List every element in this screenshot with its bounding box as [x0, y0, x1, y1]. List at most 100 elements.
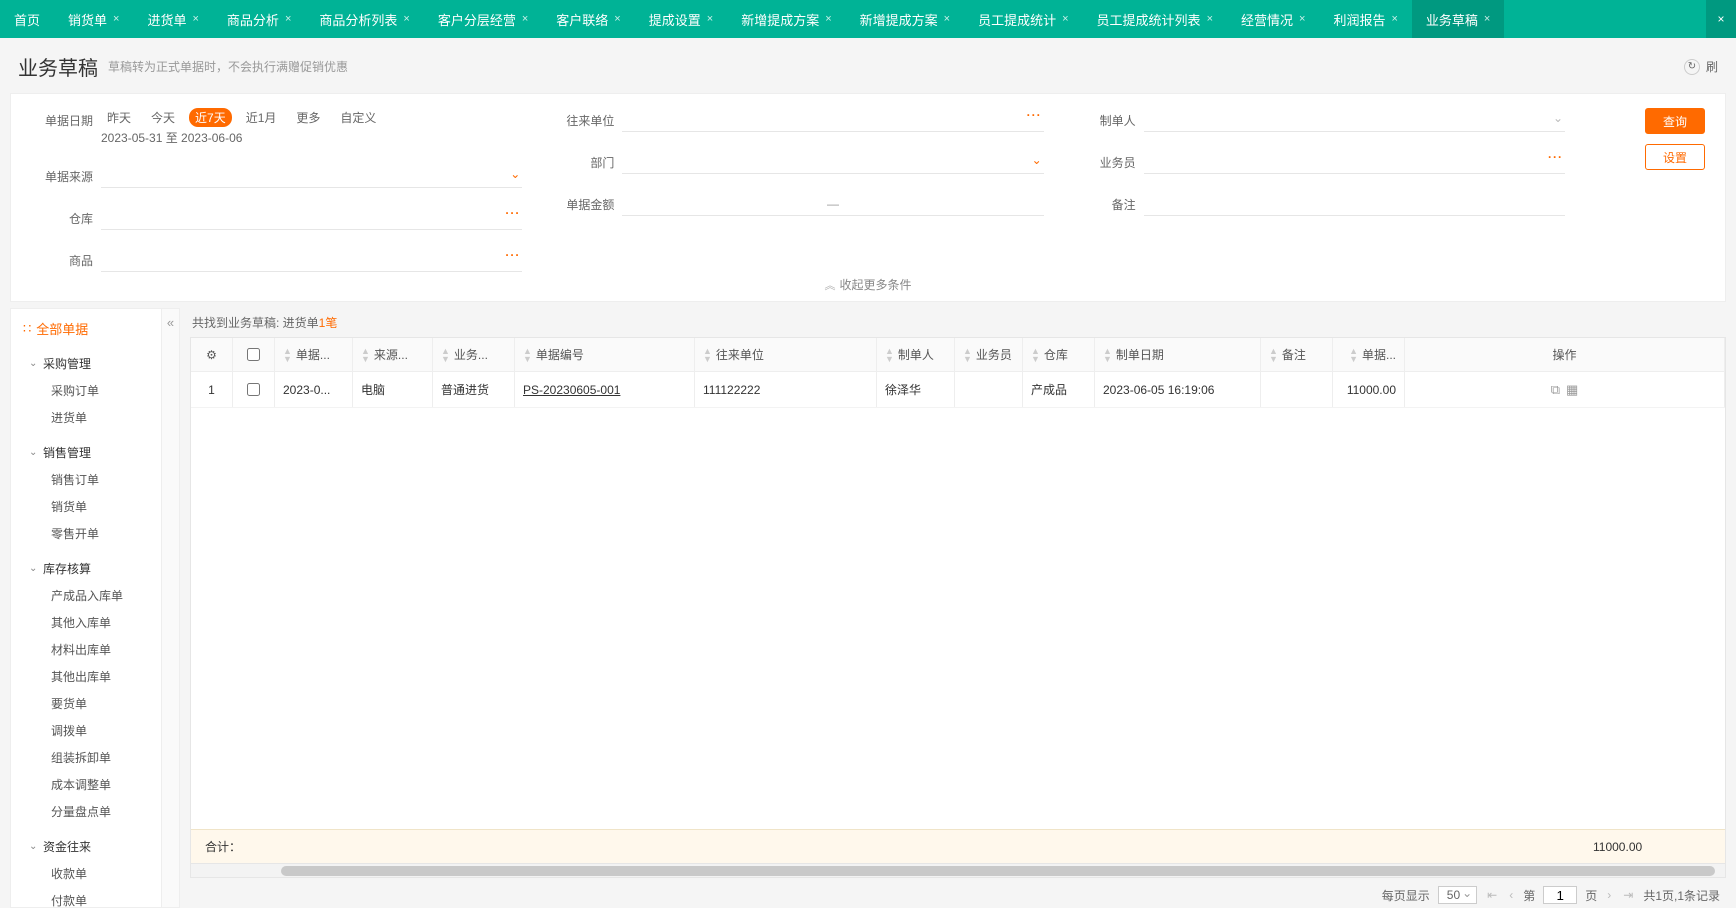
settings-button[interactable]: 设置	[1645, 144, 1705, 170]
more-icon[interactable]: ···	[1548, 150, 1563, 164]
bill-no-link[interactable]: PS-20230605-001	[523, 383, 620, 397]
date-option-昨天[interactable]: 昨天	[101, 108, 137, 127]
sidebar-item-成本调整单[interactable]: 成本调整单	[11, 771, 161, 798]
next-page-icon[interactable]: ›	[1605, 888, 1613, 902]
tab-提成设置[interactable]: 提成设置×	[635, 0, 727, 38]
field-department[interactable]: 部门 ⌄	[552, 150, 1043, 174]
tab-利润报告[interactable]: 利润报告×	[1319, 0, 1411, 38]
more-icon[interactable]: ···	[505, 248, 520, 262]
sidebar-item-其他入库单[interactable]: 其他入库单	[11, 609, 161, 636]
field-remark[interactable]: 备注	[1074, 192, 1565, 216]
close-icon[interactable]: ×	[944, 13, 950, 25]
tabs-overflow-icon[interactable]: ×	[1706, 0, 1736, 38]
column-settings-button[interactable]: ⚙	[191, 338, 233, 371]
more-icon[interactable]: ···	[505, 206, 520, 220]
tab-员工提成统计[interactable]: 员工提成统计×	[964, 0, 1082, 38]
sidebar-item-采购订单[interactable]: 采购订单	[11, 377, 161, 404]
sidebar-item-零售开单[interactable]: 零售开单	[11, 520, 161, 547]
field-product[interactable]: 商品 ···	[31, 248, 522, 272]
close-icon[interactable]: ×	[1207, 13, 1213, 25]
close-icon[interactable]: ×	[707, 13, 713, 25]
qr-icon[interactable]: ▦	[1566, 382, 1578, 398]
close-icon[interactable]: ×	[403, 13, 409, 25]
more-icon[interactable]: ···	[1027, 108, 1042, 122]
tab-进货单[interactable]: 进货单×	[133, 0, 212, 38]
close-icon[interactable]: ×	[1484, 13, 1490, 25]
tab-商品分析列表[interactable]: 商品分析列表×	[305, 0, 423, 38]
sidebar-item-收款单[interactable]: 收款单	[11, 860, 161, 887]
page-input[interactable]	[1543, 886, 1577, 904]
sidebar-item-进货单[interactable]: 进货单	[11, 404, 161, 431]
field-warehouse[interactable]: 仓库 ···	[31, 206, 522, 230]
chevron-down-icon[interactable]: ⌄	[510, 167, 520, 181]
last-page-icon[interactable]: ⇥	[1621, 888, 1635, 902]
col-remark[interactable]: ▲▼备注	[1261, 338, 1333, 371]
col-amount[interactable]: ▲▼单据...	[1333, 338, 1405, 371]
sidebar-item-销售订单[interactable]: 销售订单	[11, 466, 161, 493]
sidebar-item-要货单[interactable]: 要货单	[11, 690, 161, 717]
view-icon[interactable]: ⧉	[1551, 382, 1560, 398]
sidebar-all-bills[interactable]: ∷ 全部单据	[11, 309, 161, 346]
horizontal-scrollbar[interactable]	[191, 863, 1725, 877]
date-option-近7天[interactable]: 近7天	[189, 108, 232, 127]
col-bill-date[interactable]: ▲▼单据...	[275, 338, 353, 371]
close-icon[interactable]: ×	[522, 13, 528, 25]
sidebar-group-采购管理[interactable]: ⌄采购管理	[11, 350, 161, 377]
collapse-filters-toggle[interactable]: ︽收起更多条件	[31, 272, 1705, 295]
date-option-自定义[interactable]: 自定义	[334, 108, 382, 127]
tab-业务草稿[interactable]: 业务草稿×	[1412, 0, 1504, 38]
table-row[interactable]: 12023-0...电脑普通进货PS-20230605-001111122222…	[191, 372, 1725, 408]
tab-经营情况[interactable]: 经营情况×	[1227, 0, 1319, 38]
date-option-今天[interactable]: 今天	[145, 108, 181, 127]
sidebar-item-产成品入库单[interactable]: 产成品入库单	[11, 582, 161, 609]
sidebar-collapse-toggle[interactable]: «	[161, 309, 179, 907]
col-make-date[interactable]: ▲▼制单日期	[1095, 338, 1261, 371]
col-maker[interactable]: ▲▼制单人	[877, 338, 955, 371]
prev-page-icon[interactable]: ‹	[1507, 888, 1515, 902]
field-maker[interactable]: 制单人 ⌄	[1074, 108, 1565, 132]
tab-客户联络[interactable]: 客户联络×	[542, 0, 634, 38]
sidebar-item-分量盘点单[interactable]: 分量盘点单	[11, 798, 161, 825]
col-source[interactable]: ▲▼来源...	[353, 338, 433, 371]
col-bill-no[interactable]: ▲▼单据编号	[515, 338, 695, 371]
close-icon[interactable]: ×	[113, 13, 119, 25]
sidebar-group-销售管理[interactable]: ⌄销售管理	[11, 439, 161, 466]
tab-客户分层经营[interactable]: 客户分层经营×	[424, 0, 542, 38]
first-page-icon[interactable]: ⇤	[1485, 888, 1499, 902]
tab-员工提成统计列表[interactable]: 员工提成统计列表×	[1083, 0, 1227, 38]
chevron-down-icon[interactable]: ⌄	[1553, 111, 1563, 125]
sidebar-group-库存核算[interactable]: ⌄库存核算	[11, 555, 161, 582]
close-icon[interactable]: ×	[1299, 13, 1305, 25]
col-salesperson[interactable]: ▲▼业务员	[955, 338, 1023, 371]
tab-新增提成方案[interactable]: 新增提成方案×	[727, 0, 845, 38]
tab-首页[interactable]: 首页	[0, 0, 54, 38]
close-icon[interactable]: ×	[1062, 13, 1068, 25]
close-icon[interactable]: ×	[285, 13, 291, 25]
sidebar-item-组装拆卸单[interactable]: 组装拆卸单	[11, 744, 161, 771]
field-contact-unit[interactable]: 往来单位 ···	[552, 108, 1043, 132]
search-button[interactable]: 查询	[1645, 108, 1705, 134]
col-contact-unit[interactable]: ▲▼往来单位	[695, 338, 877, 371]
sidebar-item-材料出库单[interactable]: 材料出库单	[11, 636, 161, 663]
date-option-近1月[interactable]: 近1月	[240, 108, 283, 127]
close-icon[interactable]: ×	[1391, 13, 1397, 25]
col-warehouse[interactable]: ▲▼仓库	[1023, 338, 1095, 371]
header-more-label[interactable]: 刷	[1706, 58, 1718, 75]
tab-新增提成方案[interactable]: 新增提成方案×	[846, 0, 964, 38]
row-checkbox[interactable]	[233, 372, 275, 407]
sidebar-item-销货单[interactable]: 销货单	[11, 493, 161, 520]
date-option-更多[interactable]: 更多	[290, 108, 326, 127]
chevron-down-icon[interactable]: ⌄	[1032, 153, 1042, 167]
close-icon[interactable]: ×	[192, 13, 198, 25]
col-biz-type[interactable]: ▲▼业务...	[433, 338, 515, 371]
sidebar-item-其他出库单[interactable]: 其他出库单	[11, 663, 161, 690]
close-icon[interactable]: ×	[825, 13, 831, 25]
tab-商品分析[interactable]: 商品分析×	[213, 0, 305, 38]
sidebar-group-资金往来[interactable]: ⌄资金往来	[11, 833, 161, 860]
refresh-icon[interactable]: ↻	[1684, 59, 1700, 75]
field-salesperson[interactable]: 业务员 ···	[1074, 150, 1565, 174]
field-source[interactable]: 单据来源 ⌄	[31, 164, 522, 188]
sidebar-item-调拨单[interactable]: 调拨单	[11, 717, 161, 744]
page-size-select[interactable]: 50	[1438, 886, 1477, 904]
tab-销货单[interactable]: 销货单×	[54, 0, 133, 38]
